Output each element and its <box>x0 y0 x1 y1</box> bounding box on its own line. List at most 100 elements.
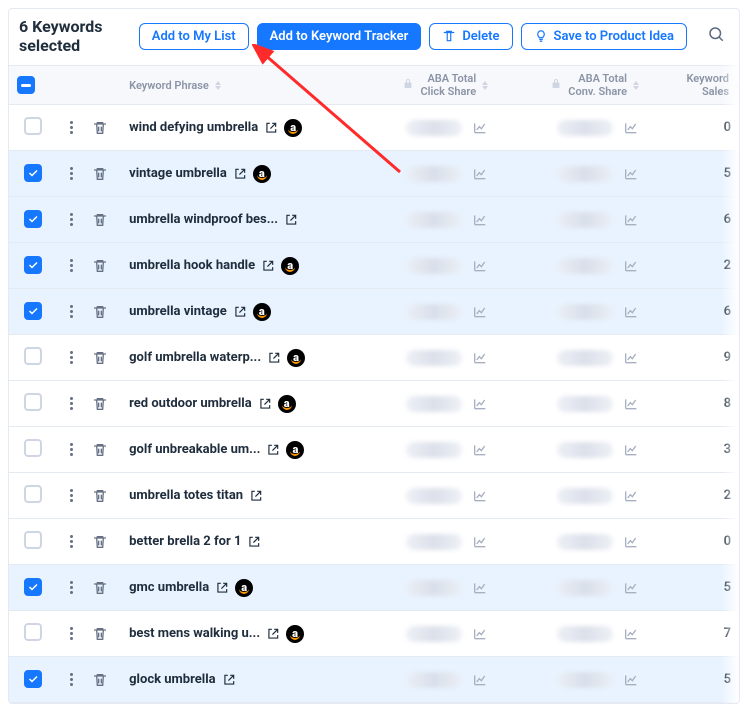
chart-icon[interactable] <box>623 672 639 688</box>
row-checkbox[interactable] <box>24 347 42 365</box>
row-checkbox[interactable] <box>24 439 42 457</box>
chart-icon[interactable] <box>623 580 639 596</box>
chart-icon[interactable] <box>472 396 488 412</box>
row-menu-button[interactable] <box>66 489 77 502</box>
keyword-phrase-text: better brella 2 for 1 <box>129 534 241 549</box>
chart-icon[interactable] <box>472 534 488 550</box>
chart-icon[interactable] <box>623 120 639 136</box>
amazon-icon[interactable]: a <box>287 349 305 367</box>
row-checkbox[interactable] <box>24 164 42 182</box>
toolbar: 6 Keywords selected Add to My List Add t… <box>9 9 739 66</box>
row-delete-button[interactable] <box>92 396 113 412</box>
row-menu-button[interactable] <box>66 305 77 318</box>
row-menu-button[interactable] <box>66 259 77 272</box>
chart-icon[interactable] <box>623 488 639 504</box>
chart-icon[interactable] <box>623 350 639 366</box>
chart-icon[interactable] <box>623 166 639 182</box>
chart-icon[interactable] <box>472 672 488 688</box>
chart-icon[interactable] <box>623 442 639 458</box>
external-link-icon[interactable] <box>266 627 280 641</box>
external-link-icon[interactable] <box>261 259 275 273</box>
external-link-icon[interactable] <box>266 443 280 457</box>
chart-icon[interactable] <box>623 212 639 228</box>
row-delete-button[interactable] <box>92 534 113 550</box>
row-menu-button[interactable] <box>66 213 77 226</box>
chart-icon[interactable] <box>472 166 488 182</box>
amazon-icon[interactable]: a <box>286 625 304 643</box>
external-link-icon[interactable] <box>264 121 278 135</box>
row-checkbox[interactable] <box>24 670 42 688</box>
row-menu-button[interactable] <box>66 581 77 594</box>
blurred-value <box>406 672 462 688</box>
row-checkbox[interactable] <box>24 302 42 320</box>
row-menu-button[interactable] <box>66 535 77 548</box>
row-delete-button[interactable] <box>92 212 113 228</box>
chart-icon[interactable] <box>472 626 488 642</box>
save-to-product-idea-button[interactable]: Save to Product Idea <box>521 23 687 50</box>
row-menu-button[interactable] <box>66 121 77 134</box>
chart-icon[interactable] <box>472 488 488 504</box>
row-checkbox[interactable] <box>24 210 42 228</box>
select-all-checkbox[interactable] <box>17 76 35 94</box>
external-link-icon[interactable] <box>215 581 229 595</box>
row-checkbox[interactable] <box>24 256 42 274</box>
chart-icon[interactable] <box>623 258 639 274</box>
chart-icon[interactable] <box>472 304 488 320</box>
row-checkbox[interactable] <box>24 531 42 549</box>
delete-button[interactable]: Delete <box>429 23 512 50</box>
chart-icon[interactable] <box>623 304 639 320</box>
row-delete-button[interactable] <box>92 580 113 596</box>
row-checkbox[interactable] <box>24 623 42 641</box>
row-delete-button[interactable] <box>92 672 113 688</box>
amazon-icon[interactable]: a <box>286 441 304 459</box>
row-delete-button[interactable] <box>92 166 113 182</box>
row-menu-button[interactable] <box>66 397 77 410</box>
search-button[interactable] <box>703 21 729 51</box>
row-delete-button[interactable] <box>92 488 113 504</box>
col-header-keyword-phrase[interactable]: Keyword Phrase <box>121 66 345 105</box>
add-to-keyword-tracker-button[interactable]: Add to Keyword Tracker <box>257 23 422 50</box>
chart-icon[interactable] <box>623 626 639 642</box>
external-link-icon[interactable] <box>284 213 298 227</box>
chart-icon[interactable] <box>472 580 488 596</box>
external-link-icon[interactable] <box>233 167 247 181</box>
chart-icon[interactable] <box>472 212 488 228</box>
row-menu-button[interactable] <box>66 443 77 456</box>
amazon-icon[interactable]: a <box>278 395 296 413</box>
add-to-my-list-button[interactable]: Add to My List <box>139 23 249 50</box>
row-menu-button[interactable] <box>66 167 77 180</box>
col-header-aba-conv-share[interactable]: ABA TotalConv. Share <box>496 66 647 105</box>
row-delete-button[interactable] <box>92 120 113 136</box>
external-link-icon[interactable] <box>267 351 281 365</box>
row-delete-button[interactable] <box>92 304 113 320</box>
chart-icon[interactable] <box>472 442 488 458</box>
chart-icon[interactable] <box>472 350 488 366</box>
chart-icon[interactable] <box>472 258 488 274</box>
chart-icon[interactable] <box>623 396 639 412</box>
row-checkbox[interactable] <box>24 393 42 411</box>
row-checkbox[interactable] <box>24 117 42 135</box>
chart-icon[interactable] <box>472 120 488 136</box>
row-delete-button[interactable] <box>92 350 113 366</box>
row-menu-button[interactable] <box>66 673 77 686</box>
row-menu-button[interactable] <box>66 351 77 364</box>
row-delete-button[interactable] <box>92 258 113 274</box>
col-header-aba-click-share[interactable]: ABA TotalClick Share <box>345 66 496 105</box>
amazon-icon[interactable]: a <box>281 257 299 275</box>
amazon-icon[interactable]: a <box>284 119 302 137</box>
row-checkbox[interactable] <box>24 578 42 596</box>
row-checkbox[interactable] <box>24 485 42 503</box>
external-link-icon[interactable] <box>247 535 261 549</box>
external-link-icon[interactable] <box>249 489 263 503</box>
chart-icon[interactable] <box>623 534 639 550</box>
external-link-icon[interactable] <box>222 673 236 687</box>
external-link-icon[interactable] <box>233 305 247 319</box>
row-menu-button[interactable] <box>66 627 77 640</box>
amazon-icon[interactable]: a <box>235 579 253 597</box>
amazon-icon[interactable]: a <box>253 165 271 183</box>
row-delete-button[interactable] <box>92 626 113 642</box>
col-header-keyword-sales[interactable]: KeywordSales <box>647 66 740 105</box>
external-link-icon[interactable] <box>258 397 272 411</box>
amazon-icon[interactable]: a <box>253 303 271 321</box>
row-delete-button[interactable] <box>92 442 113 458</box>
